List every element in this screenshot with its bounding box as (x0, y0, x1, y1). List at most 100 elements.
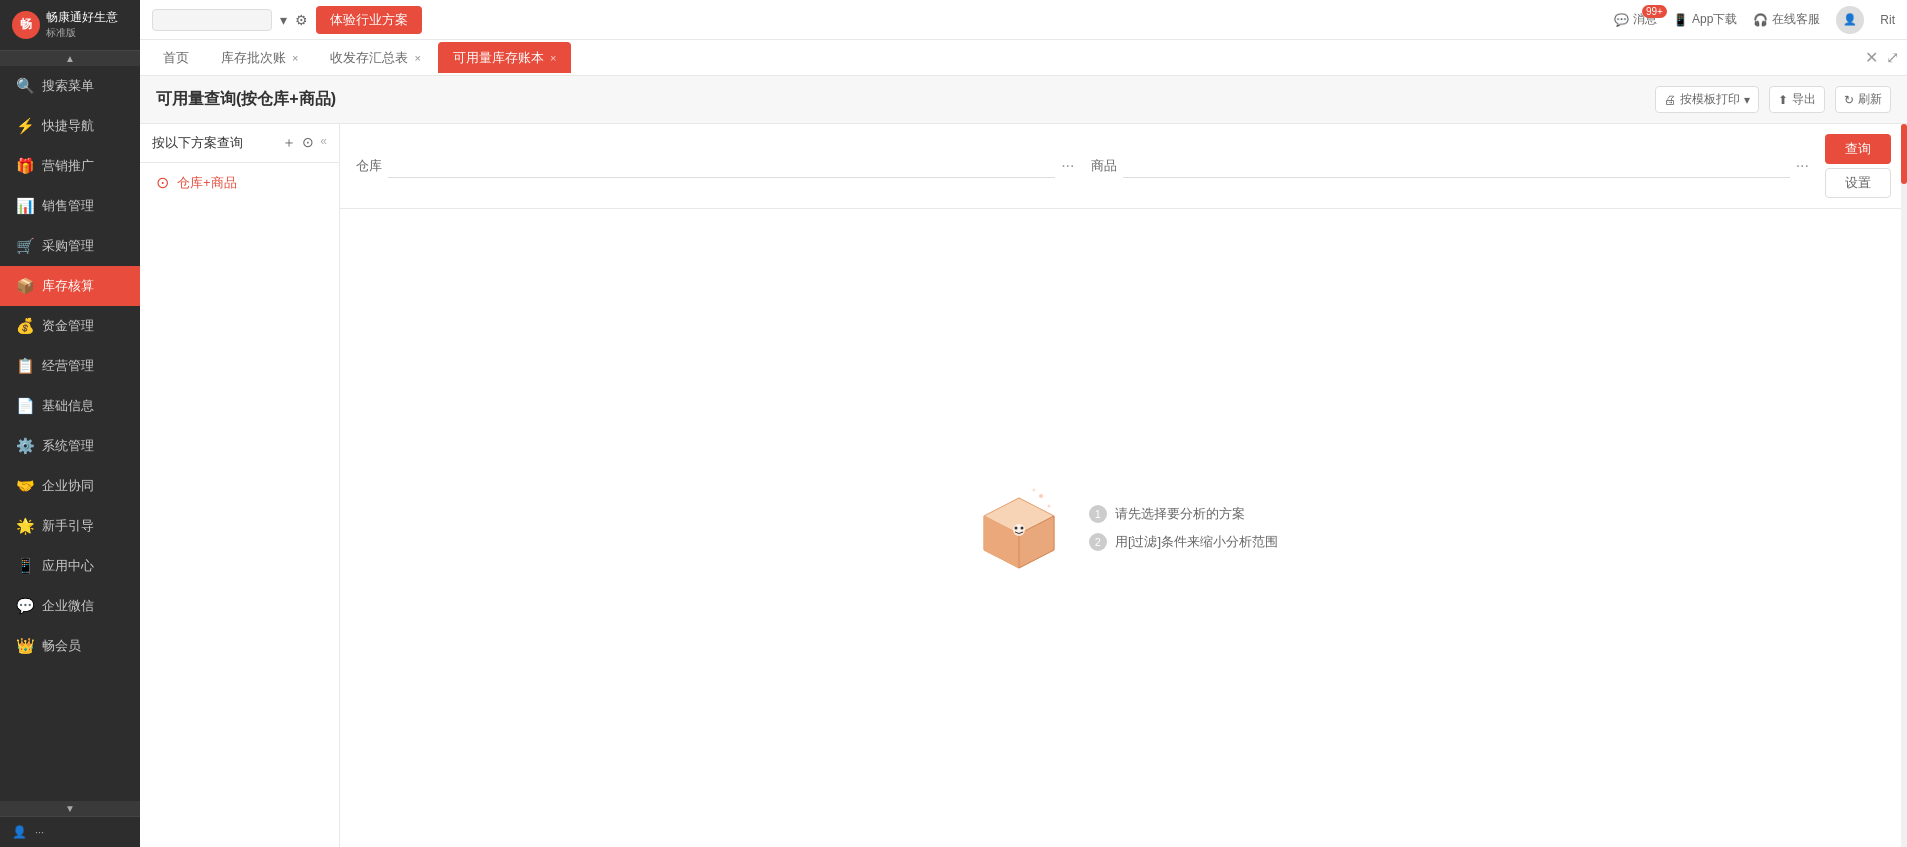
svg-point-8 (1047, 505, 1050, 508)
sidebar-item-label: 快捷导航 (42, 117, 94, 135)
logo-icon: 畅 (12, 11, 40, 39)
tab-batch-ledger[interactable]: 库存批次账 × (206, 42, 313, 73)
sidebar-scroll-down[interactable]: ▼ (0, 801, 140, 816)
tab-recv-summary-close[interactable]: × (414, 52, 420, 64)
expand-tabs-button[interactable]: ⤢ (1886, 48, 1899, 67)
svg-point-4 (1013, 524, 1025, 536)
tabs-bar: 首页 库存批次账 × 收发存汇总表 × 可用量库存账本 × ✕ ⤢ (140, 40, 1907, 76)
app-download-button[interactable]: 📱 App下载 (1673, 11, 1737, 28)
settings-button[interactable]: 设置 (1825, 168, 1891, 198)
tab-home[interactable]: 首页 (148, 42, 204, 73)
tabs-right-actions: ✕ ⤢ (1865, 48, 1899, 67)
tab-available-ledger[interactable]: 可用量库存账本 × (438, 42, 571, 73)
print-icon: 🖨 (1664, 93, 1676, 107)
sidebar-item-appstore[interactable]: 📱 应用中心 (0, 546, 140, 586)
goods-label: 商品 (1091, 157, 1117, 175)
online-service-button[interactable]: 🎧 在线客服 (1753, 11, 1820, 28)
topbar: ▾ ⚙ 体验行业方案 💬 消息 99+ 📱 App下载 🎧 在线客服 👤 Rit (140, 0, 1907, 40)
sidebar-item-sales[interactable]: 📊 销售管理 (0, 186, 140, 226)
industry-solution-button[interactable]: 体验行业方案 (316, 6, 422, 34)
scrollbar-thumb[interactable] (1901, 124, 1907, 184)
tab-recv-summary[interactable]: 收发存汇总表 × (315, 42, 435, 73)
main-area: ▾ ⚙ 体验行业方案 💬 消息 99+ 📱 App下载 🎧 在线客服 👤 Rit (140, 0, 1907, 847)
content-area: 按以下方案查询 ＋ ⊙ « ⊙ 仓库+商品 仓库 ··· (140, 124, 1907, 847)
message-button[interactable]: 💬 消息 99+ (1614, 11, 1657, 28)
refresh-icon: ↻ (1844, 93, 1854, 107)
sidebar-item-system[interactable]: ⚙️ 系统管理 (0, 426, 140, 466)
sidebar-item-search[interactable]: 🔍 搜索菜单 (0, 66, 140, 106)
tab-batch-ledger-close[interactable]: × (292, 52, 298, 64)
operations-icon: 📋 (16, 357, 34, 375)
sidebar-item-wechat[interactable]: 💬 企业微信 (0, 586, 140, 626)
right-panel: 仓库 ··· 商品 ··· 查询 设置 (340, 124, 1907, 847)
sidebar-item-label: 采购管理 (42, 237, 94, 255)
topbar-gear-icon[interactable]: ⚙ (295, 12, 308, 28)
sidebar-scroll-up[interactable]: ▲ (0, 51, 140, 66)
member-icon: 👑 (16, 637, 34, 655)
left-panel-title: 按以下方案查询 (152, 134, 243, 152)
page-title: 可用量查询(按仓库+商品) (156, 89, 336, 110)
goods-input[interactable] (1123, 154, 1790, 178)
tab-home-label: 首页 (163, 49, 189, 67)
sidebar-item-inventory[interactable]: 📦 库存核算 (0, 266, 140, 306)
sidebar-item-label: 营销推广 (42, 157, 94, 175)
manage-scheme-button[interactable]: ⊙ (302, 134, 314, 152)
tab-available-ledger-close[interactable]: × (550, 52, 556, 64)
sidebar-item-label: 企业协同 (42, 477, 94, 495)
goods-filter-group: 商品 ··· (1091, 154, 1810, 178)
enterprise-icon: 🤝 (16, 477, 34, 495)
topbar-dropdown-icon[interactable]: ▾ (280, 12, 287, 28)
page-actions: 🖨 按模板打印 ▾ ⬆ 导出 ↻ 刷新 (1655, 86, 1891, 113)
sidebar-item-newbie[interactable]: 🌟 新手引导 (0, 506, 140, 546)
sidebar-item-label: 经营管理 (42, 357, 94, 375)
tip-text-1: 请先选择要分析的方案 (1115, 505, 1245, 523)
username-label[interactable]: Rit (1880, 13, 1895, 27)
sidebar-item-marketing[interactable]: 🎁 营销推广 (0, 146, 140, 186)
empty-illustration (969, 478, 1069, 578)
collapse-panel-button[interactable]: « (320, 134, 327, 152)
sidebar: 畅 畅康通好生意 标准版 ▲ 🔍 搜索菜单 ⚡ 快捷导航 🎁 营销推广 📊 销售… (0, 0, 140, 847)
appstore-icon: 📱 (16, 557, 34, 575)
left-panel-actions: ＋ ⊙ « (282, 134, 327, 152)
sidebar-item-operations[interactable]: 📋 经营管理 (0, 346, 140, 386)
sidebar-item-quick-nav[interactable]: ⚡ 快捷导航 (0, 106, 140, 146)
empty-tip-2: 2 用[过滤]条件来缩小分析范围 (1089, 533, 1278, 551)
sidebar-item-enterprise[interactable]: 🤝 企业协同 (0, 466, 140, 506)
topbar-search-input[interactable] (152, 9, 272, 31)
svg-point-9 (1032, 489, 1035, 492)
scheme-item-warehouse-goods[interactable]: ⊙ 仓库+商品 (140, 163, 339, 202)
sidebar-item-purchase[interactable]: 🛒 采购管理 (0, 226, 140, 266)
purchase-icon: 🛒 (16, 237, 34, 255)
sidebar-item-member[interactable]: 👑 畅会员 (0, 626, 140, 666)
export-button[interactable]: ⬆ 导出 (1769, 86, 1825, 113)
basic-icon: 📄 (16, 397, 34, 415)
query-button[interactable]: 查询 (1825, 134, 1891, 164)
svg-point-6 (1020, 527, 1023, 530)
sidebar-item-label: 畅会员 (42, 637, 81, 655)
warehouse-label: 仓库 (356, 157, 382, 175)
sidebar-footer[interactable]: 👤 ··· (0, 816, 140, 847)
add-scheme-button[interactable]: ＋ (282, 134, 296, 152)
sales-icon: 📊 (16, 197, 34, 215)
warehouse-more-icon[interactable]: ··· (1061, 157, 1074, 175)
sidebar-item-basic[interactable]: 📄 基础信息 (0, 386, 140, 426)
sidebar-item-finance[interactable]: 💰 资金管理 (0, 306, 140, 346)
sidebar-username: ··· (35, 826, 44, 838)
system-icon: ⚙️ (16, 437, 34, 455)
user-avatar[interactable]: 👤 (1836, 6, 1864, 34)
sidebar-item-label: 系统管理 (42, 437, 94, 455)
message-icon: 💬 (1614, 13, 1629, 27)
tip-num-1: 1 (1089, 505, 1107, 523)
print-template-button[interactable]: 🖨 按模板打印 ▾ (1655, 86, 1759, 113)
scheme-icon: ⊙ (156, 173, 169, 192)
close-all-tabs-button[interactable]: ✕ (1865, 48, 1878, 67)
goods-more-icon[interactable]: ··· (1796, 157, 1809, 175)
empty-box-svg (969, 478, 1069, 578)
sidebar-item-label: 基础信息 (42, 397, 94, 415)
tab-recv-summary-label: 收发存汇总表 (330, 49, 408, 67)
inventory-icon: 📦 (16, 277, 34, 295)
sidebar-nav: 🔍 搜索菜单 ⚡ 快捷导航 🎁 营销推广 📊 销售管理 🛒 采购管理 📦 库存核… (0, 66, 140, 801)
page-header: 可用量查询(按仓库+商品) 🖨 按模板打印 ▾ ⬆ 导出 ↻ 刷新 (140, 76, 1907, 124)
warehouse-input[interactable] (388, 154, 1055, 178)
refresh-button[interactable]: ↻ 刷新 (1835, 86, 1891, 113)
